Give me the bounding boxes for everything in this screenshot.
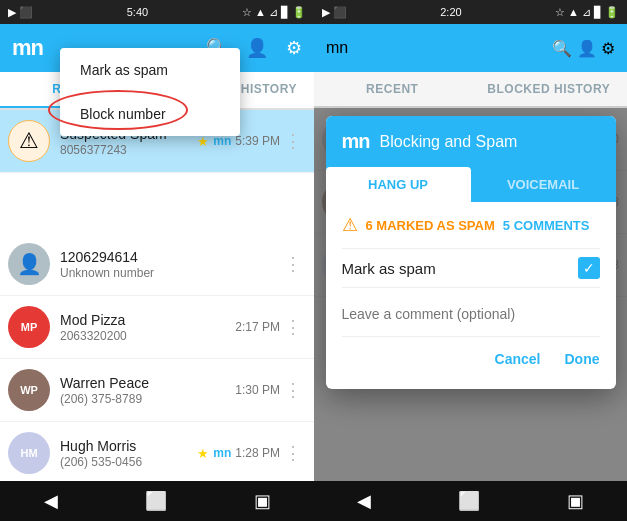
left-status-time: 5:40 — [127, 6, 148, 18]
call-info-unknown: 1206294614 Unknown number — [60, 249, 280, 280]
contacts-icon-right[interactable]: 👤 — [577, 40, 597, 57]
call-info-warren-peace: Warren Peace (206) 375-8789 — [60, 375, 235, 406]
mark-spam-row: Mark as spam ✓ — [342, 248, 600, 288]
dialog-title: Blocking and Spam — [380, 133, 518, 151]
call-number-suspected-spam: 8056377243 — [60, 143, 197, 157]
dialog-logo: mn — [342, 130, 370, 153]
right-top-bar: mn 🔍 👤 ⚙ — [314, 24, 627, 72]
spam-alert-icon: ⚠ — [342, 214, 358, 236]
spam-info-bar: ⚠ 6 MARKED AS SPAM 5 COMMENTS — [342, 214, 600, 236]
call-name-unknown: 1206294614 — [60, 249, 280, 265]
cancel-button[interactable]: Cancel — [495, 345, 541, 373]
call-number-mod-pizza: 2063320200 — [60, 329, 235, 343]
left-nav-bar: ◀ ⬜ ▣ — [0, 481, 314, 521]
comments-link[interactable]: 5 COMMENTS — [503, 218, 590, 233]
right-status-right: ☆ ▲ ⊿ ▊ 🔋 — [555, 6, 619, 19]
more-button-mod-pizza[interactable]: ⋮ — [280, 316, 306, 338]
right-status-time: 2:20 — [440, 6, 461, 18]
dialog-actions: Cancel Done — [342, 336, 600, 377]
avatar-unknown: 👤 — [8, 243, 50, 285]
call-name-mod-pizza: Mod Pizza — [60, 312, 235, 328]
call-meta-warren-peace: 1:30 PM — [235, 383, 280, 397]
call-item-unknown[interactable]: 👤 1206294614 Unknown number ⋮ — [0, 233, 314, 296]
home-icon-right[interactable]: ⬜ — [458, 490, 480, 512]
call-item-mod-pizza[interactable]: MP Mod Pizza 2063320200 2:17 PM ⋮ — [0, 296, 314, 359]
mn-badge-hugh: mn — [213, 446, 231, 460]
back-icon-right[interactable]: ◀ — [357, 490, 371, 512]
call-time-warren-peace: 1:30 PM — [235, 383, 280, 397]
right-list-bg: 👤 4255338839 May 30 GL Green Lake Elemen… — [314, 108, 627, 481]
left-panel: ▶ ⬛ 5:40 ☆ ▲ ⊿ ▊ 🔋 mn 🔍 👤 ⚙ RECENT BLOCK… — [0, 0, 314, 521]
right-nav-bar: ◀ ⬜ ▣ — [314, 481, 627, 521]
dialog-tab-hangup[interactable]: HANG UP — [326, 167, 471, 202]
settings-icon[interactable]: ⚙ — [286, 37, 302, 59]
context-block-number[interactable]: Block number — [60, 110, 240, 136]
spam-count-label: 6 MARKED AS SPAM — [366, 218, 495, 233]
home-icon-left[interactable]: ⬜ — [145, 490, 167, 512]
call-number-warren-peace: (206) 375-8789 — [60, 392, 235, 406]
left-status-right-icons: ☆ ▲ ⊿ ▊ 🔋 — [242, 6, 306, 19]
done-button[interactable]: Done — [565, 345, 600, 373]
call-info-mod-pizza: Mod Pizza 2063320200 — [60, 312, 235, 343]
call-item-hugh-morris[interactable]: HM Hugh Morris (206) 535-0456 ★ mn 1:28 … — [0, 422, 314, 481]
star-icon-hugh: ★ — [197, 446, 209, 461]
right-logo: mn — [326, 39, 348, 57]
more-button-warren-peace[interactable]: ⋮ — [280, 379, 306, 401]
dialog-body: ⚠ 6 MARKED AS SPAM 5 COMMENTS Mark as sp… — [326, 202, 616, 389]
tab-blocked-history-right[interactable]: BLOCKED HISTORY — [471, 72, 628, 106]
call-number-hugh-morris: (206) 535-0456 — [60, 455, 197, 469]
left-status-bar: ▶ ⬛ 5:40 ☆ ▲ ⊿ ▊ 🔋 — [0, 0, 314, 24]
call-time-hugh-morris: 1:28 PM — [235, 446, 280, 460]
mark-spam-checkbox[interactable]: ✓ — [578, 257, 600, 279]
avatar-warren-peace: WP — [8, 369, 50, 411]
avatar-mod-pizza: MP — [8, 306, 50, 348]
context-menu: Mark as spam Block number — [60, 110, 240, 136]
right-top-icons: 🔍 👤 ⚙ — [552, 39, 615, 58]
recents-icon-right[interactable]: ▣ — [567, 490, 584, 512]
call-time-mod-pizza: 2:17 PM — [235, 320, 280, 334]
dialog-tab-voicemail[interactable]: VOICEMAIL — [471, 167, 616, 202]
contacts-icon[interactable]: 👤 — [246, 37, 268, 59]
dialog-tabs: HANG UP VOICEMAIL — [326, 167, 616, 202]
back-icon-left[interactable]: ◀ — [44, 490, 58, 512]
call-time: 5:39 PM — [235, 134, 280, 148]
more-button-hugh-morris[interactable]: ⋮ — [280, 442, 306, 464]
tab-recent-right[interactable]: RECENT — [314, 72, 471, 106]
call-item-warren-peace[interactable]: WP Warren Peace (206) 375-8789 1:30 PM ⋮ — [0, 359, 314, 422]
search-icon-right[interactable]: 🔍 — [552, 40, 572, 57]
dialog-header: mn Blocking and Spam — [326, 116, 616, 167]
left-call-list: ⚠ Suspected Spam 8056377243 ★ mn 5:39 PM… — [0, 110, 314, 481]
left-status-icons: ▶ ⬛ — [8, 6, 33, 19]
call-meta-hugh-morris: ★ mn 1:28 PM — [197, 446, 280, 461]
right-status-left: ▶ ⬛ — [322, 6, 347, 19]
call-sub-unknown: Unknown number — [60, 266, 280, 280]
avatar-suspected-spam: ⚠ — [8, 120, 50, 162]
more-button-suspected-spam[interactable]: ⋮ — [280, 130, 306, 152]
blocking-spam-dialog: mn Blocking and Spam HANG UP VOICEMAIL ⚠… — [326, 116, 616, 389]
recents-icon-left[interactable]: ▣ — [254, 490, 271, 512]
right-tabs: RECENT BLOCKED HISTORY — [314, 72, 627, 108]
more-button-unknown[interactable]: ⋮ — [280, 253, 306, 275]
call-meta-mod-pizza: 2:17 PM — [235, 320, 280, 334]
avatar-hugh-morris: HM — [8, 432, 50, 474]
dialog-overlay: mn Blocking and Spam HANG UP VOICEMAIL ⚠… — [314, 108, 627, 481]
call-info-hugh-morris: Hugh Morris (206) 535-0456 — [60, 438, 197, 469]
call-name-hugh-morris: Hugh Morris — [60, 438, 197, 454]
call-name-warren-peace: Warren Peace — [60, 375, 235, 391]
settings-icon-right[interactable]: ⚙ — [601, 40, 615, 57]
mark-spam-label: Mark as spam — [342, 260, 436, 277]
comment-input[interactable] — [342, 300, 600, 328]
mn-badge: mn — [213, 134, 231, 148]
right-status-bar: ▶ ⬛ 2:20 ☆ ▲ ⊿ ▊ 🔋 — [314, 0, 627, 24]
right-panel: ▶ ⬛ 2:20 ☆ ▲ ⊿ ▊ 🔋 mn 🔍 👤 ⚙ RECENT BLOCK… — [314, 0, 627, 521]
left-logo: mn — [12, 35, 43, 61]
